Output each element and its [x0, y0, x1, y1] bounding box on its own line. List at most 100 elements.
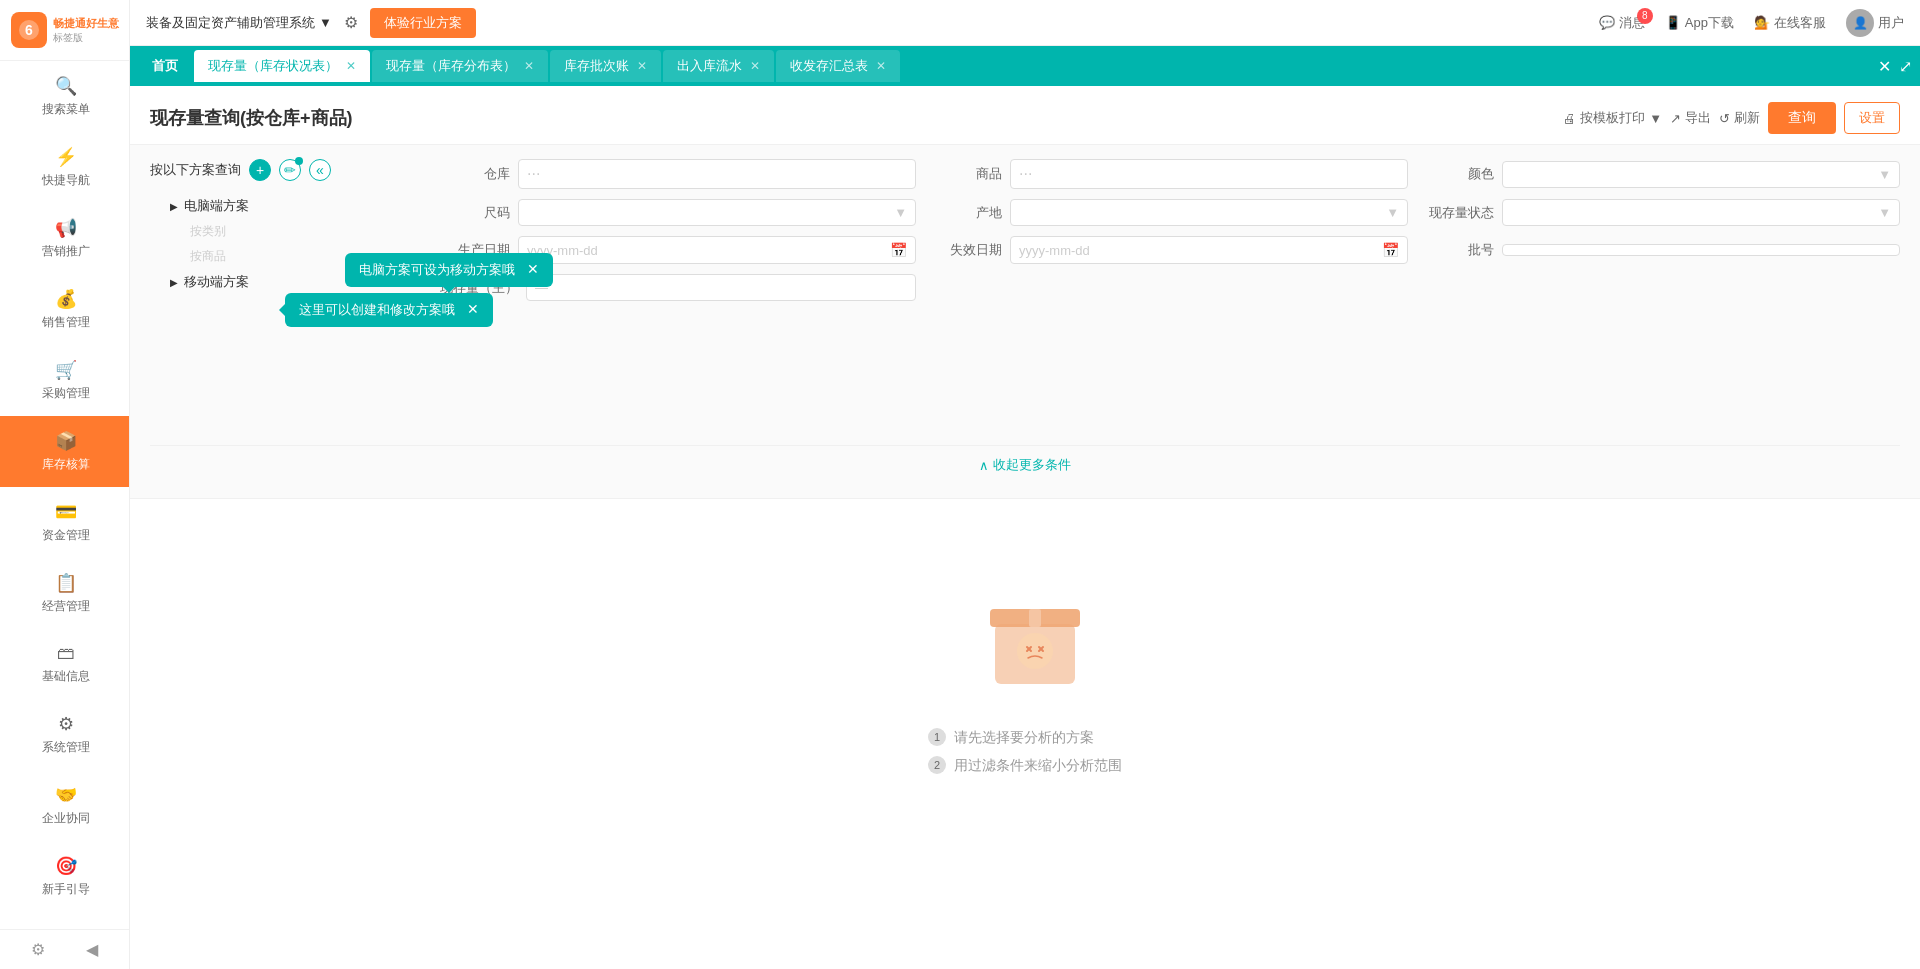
- stock-status-select[interactable]: ▼: [1502, 199, 1900, 226]
- tab-inout-flow[interactable]: 出入库流水 ✕: [663, 50, 774, 82]
- collapse-row: ∧ 收起更多条件: [150, 445, 1900, 484]
- back-icon: «: [316, 163, 324, 177]
- operations-icon: 📋: [55, 572, 77, 594]
- sidebar-item-operations[interactable]: 📋 经营管理: [0, 558, 129, 629]
- refresh-icon: ↺: [1719, 111, 1730, 126]
- export-button[interactable]: ↗ 导出: [1670, 109, 1711, 127]
- sidebar-item-guide[interactable]: 🎯 新手引导: [0, 841, 129, 912]
- collapse-button[interactable]: ∧ 收起更多条件: [979, 456, 1071, 474]
- filter-area: 按以下方案查询 + ✏ « 电脑方案可设为移动方案哦 ✕: [130, 145, 1920, 499]
- tab-close-batch-ledger[interactable]: ✕: [637, 59, 647, 73]
- sidebar-item-inventory[interactable]: 📦 库存核算: [0, 416, 129, 487]
- filter-row-1: 仓库 ··· 商品 ··· 颜色: [440, 159, 1900, 189]
- sidebar-item-enterprise[interactable]: 🤝 企业协同: [0, 770, 129, 841]
- tab-bar: 首页 现存量（库存状况表） ✕ 现存量（库存分布表） ✕ 库存批次账 ✕ 出入库…: [130, 46, 1920, 86]
- tab-close-inout-flow[interactable]: ✕: [750, 59, 760, 73]
- sidebar-item-quick-nav[interactable]: ⚡ 快捷导航: [0, 132, 129, 203]
- filter-row-2: 尺码 ▼ 产地 ▼: [440, 199, 1900, 226]
- size-select[interactable]: ▼: [518, 199, 916, 226]
- tab-inventory-status[interactable]: 现存量（库存状况表） ✕: [194, 50, 370, 82]
- message-icon: 💬: [1599, 15, 1615, 30]
- user-area[interactable]: 👤 用户: [1846, 9, 1904, 37]
- sidebar-item-label: 采购管理: [42, 385, 90, 402]
- sidebar-item-sales[interactable]: 💰 销售管理: [0, 274, 129, 345]
- tab-inventory-dist[interactable]: 现存量（库存分布表） ✕: [372, 50, 548, 82]
- settings-icon[interactable]: ⚙: [31, 940, 45, 959]
- tooltip-close-2[interactable]: ✕: [467, 301, 479, 317]
- calendar-icon-2[interactable]: 📅: [1382, 242, 1399, 258]
- tooltip-create-scheme: 这里可以创建和修改方案哦 ✕: [285, 293, 493, 327]
- message-button[interactable]: 💬 消息 8: [1599, 14, 1645, 32]
- gear-icon[interactable]: ⚙: [344, 13, 358, 32]
- header-right: 💬 消息 8 📱 App下载 💁 在线客服 👤 用户: [1599, 9, 1904, 37]
- sidebar-item-basic-info[interactable]: 🗃 基础信息: [0, 629, 129, 699]
- sidebar-nav: 🔍 搜索菜单 ⚡ 快捷导航 📢 营销推广 💰 销售管理 🛒 采购管理 📦 库存核…: [0, 61, 129, 929]
- stock-status-label: 现存量状态: [1424, 204, 1494, 222]
- sidebar-item-purchase[interactable]: 🛒 采购管理: [0, 345, 129, 416]
- svg-rect-4: [1029, 609, 1041, 627]
- calendar-icon[interactable]: 📅: [890, 242, 907, 258]
- message-badge: 8: [1637, 8, 1653, 24]
- sidebar-item-label: 资金管理: [42, 527, 90, 544]
- reset-button[interactable]: 设置: [1844, 102, 1900, 134]
- tab-expand-icon[interactable]: ⤢: [1899, 57, 1912, 76]
- page-top-actions: 🖨 按模板打印 ▼ ↗ 导出 ↺ 刷新 查询 设置: [1563, 102, 1900, 134]
- inventory-icon: 📦: [55, 430, 77, 452]
- sidebar-item-label: 经营管理: [42, 598, 90, 615]
- sidebar-item-system[interactable]: ⚙ 系统管理: [0, 699, 129, 770]
- chevron-down-icon: ▼: [319, 15, 332, 30]
- sidebar-item-search[interactable]: 🔍 搜索菜单: [0, 61, 129, 132]
- origin-select[interactable]: ▼: [1010, 199, 1408, 226]
- tab-batch-ledger[interactable]: 库存批次账 ✕: [550, 50, 661, 82]
- sidebar-item-marketing[interactable]: 📢 营销推广: [0, 203, 129, 274]
- print-icon: 🖨: [1563, 111, 1576, 126]
- refresh-button[interactable]: ↺ 刷新: [1719, 109, 1760, 127]
- query-button[interactable]: 查询: [1768, 102, 1836, 134]
- tooltip-close-1[interactable]: ✕: [527, 261, 539, 277]
- tab-close-all-icon[interactable]: ✕: [1878, 57, 1891, 76]
- print-button[interactable]: 🖨 按模板打印 ▼: [1563, 109, 1662, 127]
- batch-no-input[interactable]: [1502, 244, 1900, 256]
- tab-close-inventory-status[interactable]: ✕: [346, 59, 356, 73]
- online-support-button[interactable]: 💁 在线客服: [1754, 14, 1826, 32]
- sidebar-item-label: 营销推广: [42, 243, 90, 260]
- sidebar-item-label: 销售管理: [42, 314, 90, 331]
- batch-no-label: 批号: [1424, 241, 1494, 259]
- expire-date-input[interactable]: yyyy-mm-dd 📅: [1010, 236, 1408, 264]
- tab-close-inventory-dist[interactable]: ✕: [524, 59, 534, 73]
- page-title: 现存量查询(按仓库+商品): [150, 106, 353, 130]
- sidebar-item-label: 系统管理: [42, 739, 90, 756]
- app-download-button[interactable]: 📱 App下载: [1665, 14, 1734, 32]
- sidebar-item-label: 企业协同: [42, 810, 90, 827]
- size-label: 尺码: [440, 204, 510, 222]
- filter-stock-status: 现存量状态 ▼: [1424, 199, 1900, 226]
- warehouse-label: 仓库: [440, 165, 510, 183]
- header-left: 装备及固定资产辅助管理系统 ▼ ⚙ 体验行业方案: [146, 8, 476, 38]
- edit-scheme-button[interactable]: ✏: [279, 159, 301, 181]
- color-select[interactable]: ▼: [1502, 161, 1900, 188]
- logo-area: 6 畅捷通好生意 标签版: [0, 0, 129, 61]
- empty-tips: 1 请先选择要分析的方案 2 用过滤条件来缩小分析范围: [928, 723, 1122, 779]
- warehouse-select[interactable]: ···: [518, 159, 916, 189]
- system-select[interactable]: 装备及固定资产辅助管理系统 ▼: [146, 14, 332, 32]
- support-icon: 💁: [1754, 15, 1770, 30]
- tab-home[interactable]: 首页: [138, 50, 192, 82]
- stock-main-input[interactable]: —: [526, 274, 916, 301]
- tooltip-scheme: 电脑方案可设为移动方案哦 ✕: [345, 253, 553, 287]
- filter-row-3: 生产日期 yyyy-mm-dd 📅 失效日期 yyyy-mm-dd 📅: [440, 236, 1900, 264]
- sidebar-item-assets[interactable]: 💳 资金管理: [0, 487, 129, 558]
- tab-receive-send[interactable]: 收发存汇总表 ✕: [776, 50, 900, 82]
- goods-select[interactable]: ···: [1010, 159, 1408, 189]
- empty-tip-1: 1 请先选择要分析的方案: [928, 723, 1122, 751]
- tab-close-receive-send[interactable]: ✕: [876, 59, 886, 73]
- produce-date-input[interactable]: yyyy-mm-dd 📅: [518, 236, 916, 264]
- back-scheme-button[interactable]: «: [309, 159, 331, 181]
- chevron-down-icon: ▼: [1878, 167, 1891, 182]
- trial-button[interactable]: 体验行业方案: [370, 8, 476, 38]
- filter-goods: 商品 ···: [932, 159, 1408, 189]
- empty-state: 1 请先选择要分析的方案 2 用过滤条件来缩小分析范围: [130, 499, 1920, 859]
- collapse-icon[interactable]: ◀: [86, 940, 98, 959]
- main-content: 装备及固定资产辅助管理系统 ▼ ⚙ 体验行业方案 💬 消息 8 📱 App下载 …: [130, 0, 1920, 969]
- download-icon: 📱: [1665, 15, 1681, 30]
- add-scheme-button[interactable]: +: [249, 159, 271, 181]
